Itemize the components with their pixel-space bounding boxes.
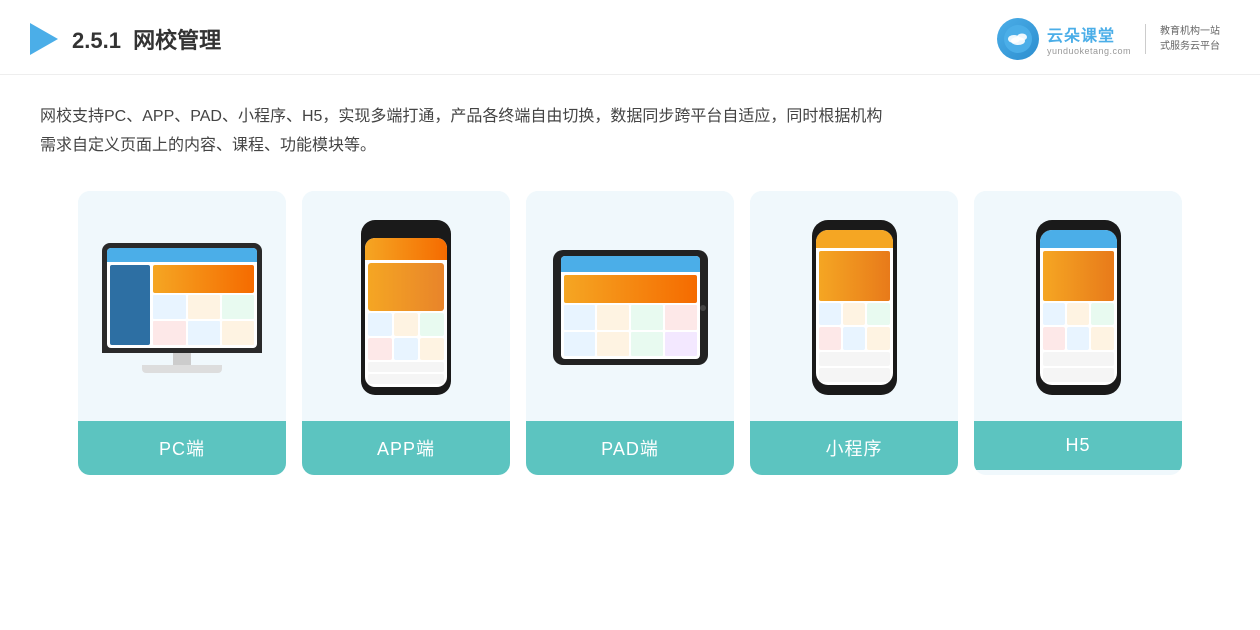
card-miniprogram-image: [750, 191, 958, 421]
card-app: APP端: [302, 191, 510, 475]
brand-text: 云朵课堂 yunduoketang.com: [1047, 22, 1131, 56]
mini-phone-h5-screen: [1040, 230, 1117, 385]
logo-triangle-icon: [30, 23, 58, 55]
phone-h5-wrap: [1036, 220, 1121, 395]
divider: [1145, 24, 1146, 54]
monitor-wrap: [102, 243, 262, 373]
card-h5-image: [974, 191, 1182, 421]
phone-mini-wrap: [812, 220, 897, 395]
tablet: [553, 250, 708, 365]
card-pc-label: PC端: [78, 421, 286, 475]
card-app-label: APP端: [302, 421, 510, 475]
tablet-wrap: [553, 250, 708, 365]
brand-logo: 云朵课堂 yunduoketang.com 教育机构一站 式服务云平台: [997, 18, 1220, 60]
description-block: 网校支持PC、APP、PAD、小程序、H5，实现多端打通，产品各终端自由切换，数…: [0, 75, 1260, 171]
brand-icon: [997, 18, 1039, 60]
card-h5-label: H5: [974, 421, 1182, 470]
phone-app-screen: [365, 238, 447, 387]
card-pad-image: [526, 191, 734, 421]
card-miniprogram-label: 小程序: [750, 421, 958, 475]
phone-app-wrap: [361, 220, 451, 395]
card-pad-label: PAD端: [526, 421, 734, 475]
phone-app: [361, 220, 451, 395]
description-line2: 需求自定义页面上的内容、课程、功能模块等。: [40, 132, 1220, 161]
header-left: 2.5.1 网校管理: [30, 23, 221, 55]
card-pc: PC端: [78, 191, 286, 475]
brand-tagline: 教育机构一站 式服务云平台: [1160, 24, 1220, 54]
brand-url: yunduoketang.com: [1047, 46, 1131, 56]
cards-section: PC端: [0, 171, 1260, 495]
mini-phone-screen: [816, 230, 893, 385]
card-h5: H5: [974, 191, 1182, 475]
page-header: 2.5.1 网校管理 云朵课堂 yunduoketang.com 教育机构一站: [0, 0, 1260, 75]
mini-phone: [812, 220, 897, 395]
card-app-image: [302, 191, 510, 421]
monitor: [102, 243, 262, 353]
mini-phone-h5: [1036, 220, 1121, 395]
description-line1: 网校支持PC、APP、PAD、小程序、H5，实现多端打通，产品各终端自由切换，数…: [40, 103, 1220, 132]
card-miniprogram: 小程序: [750, 191, 958, 475]
page-wrapper: 2.5.1 网校管理 云朵课堂 yunduoketang.com 教育机构一站: [0, 0, 1260, 630]
monitor-screen: [107, 248, 257, 348]
page-title: 2.5.1 网校管理: [72, 23, 221, 55]
card-pc-image: [78, 191, 286, 421]
brand-name: 云朵课堂: [1047, 22, 1115, 46]
tablet-screen: [561, 256, 700, 359]
card-pad: PAD端: [526, 191, 734, 475]
